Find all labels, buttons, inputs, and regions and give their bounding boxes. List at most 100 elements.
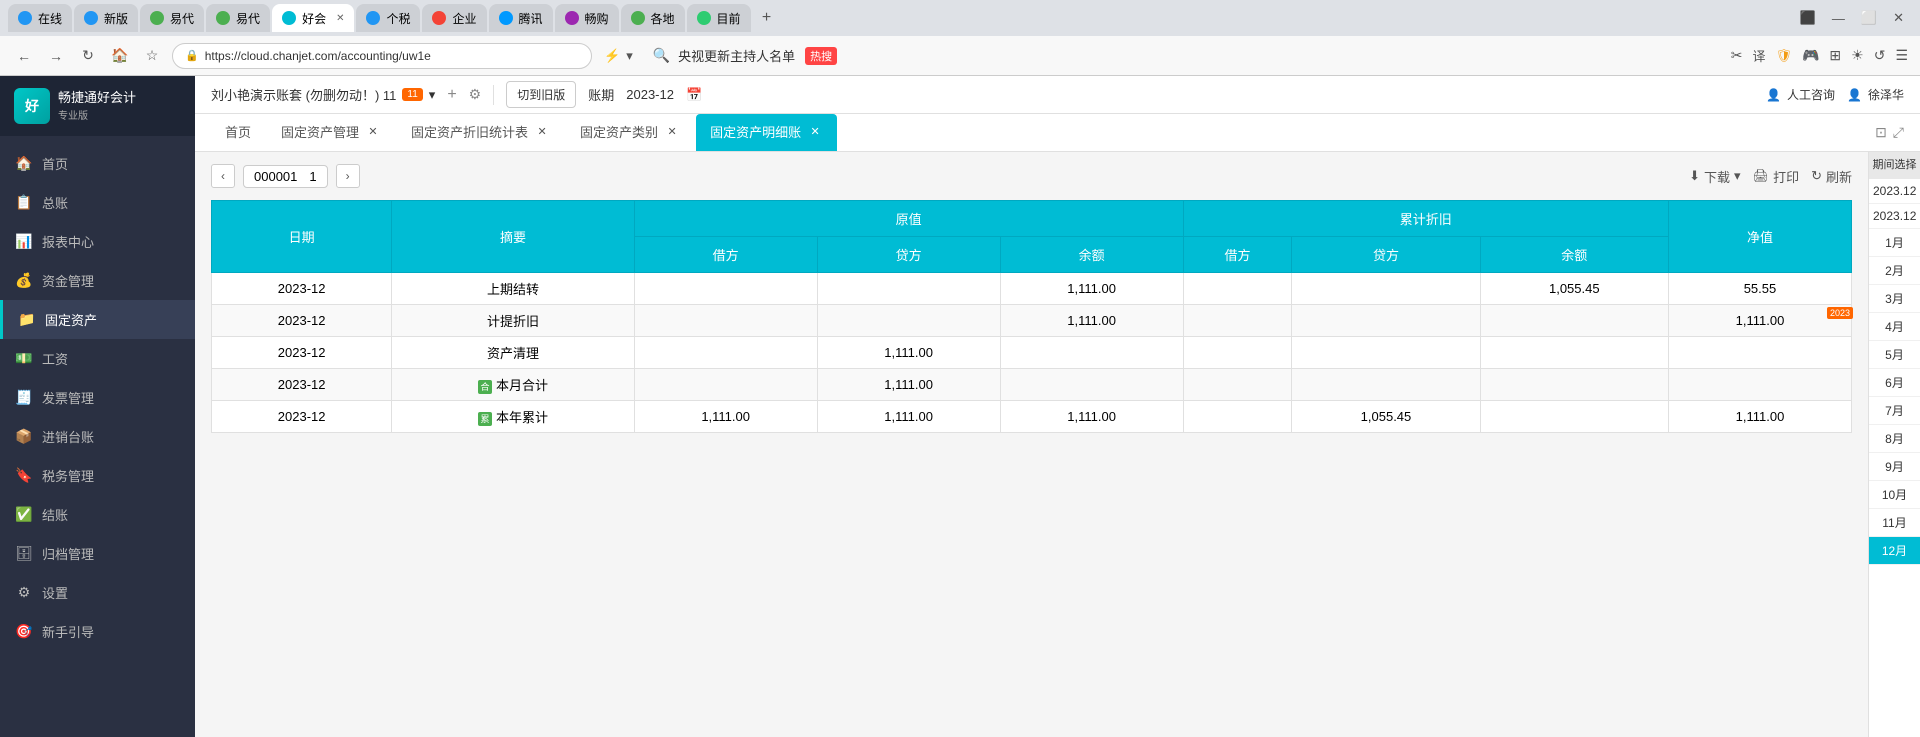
sidebar-item-payroll[interactable]: 💵 工资 [0,339,195,378]
switch-version-button[interactable]: 切到旧版 [506,81,576,108]
tab-asset-detail-ledger[interactable]: 固定资产明细账 ✕ [696,114,837,151]
scissors-icon[interactable]: ✂ [1731,47,1743,64]
company-selector[interactable]: 刘小艳演示账套 (勿删勿动！) 11 11 ▾ [211,85,435,104]
gamepad-icon[interactable]: 🎮 [1802,47,1819,64]
tab-label-8: 畅购 [585,10,609,27]
minimize-icon[interactable]: — [1832,11,1845,26]
browser-tab-9[interactable]: 各地 [621,4,685,32]
reload-button[interactable]: ↻ [76,44,100,68]
sidebar-item-general-ledger[interactable]: 📋 总账 [0,183,195,222]
row2-orig-balance [1000,337,1183,369]
new-tab-button[interactable]: + [753,4,781,32]
row0-summary: 上期结转 [392,273,634,305]
browser-tab-6[interactable]: 企业 [422,4,486,32]
tab-label-10: 目前 [717,10,741,27]
period-month-2[interactable]: 2月 [1869,257,1920,285]
row4-orig-balance: 1,111.00 [1000,401,1183,433]
sun-icon[interactable]: ☀ [1851,47,1864,64]
period-month-1[interactable]: 1月 [1869,229,1920,257]
download-button[interactable]: ⬇ 下载 ▾ [1689,167,1740,186]
period-month-11[interactable]: 11月 [1869,509,1920,537]
browser-tab-10[interactable]: 目前 [687,4,751,32]
url-bar[interactable]: 🔒 https://cloud.chanjet.com/accounting/u… [172,43,592,69]
browser-tab-8[interactable]: 畅购 [555,4,619,32]
tab-close-4[interactable]: ✕ [336,13,344,24]
browser-tab-0[interactable]: 在线 [8,4,72,32]
user-profile[interactable]: 👤 徐泽华 [1847,86,1904,103]
browser-tab-5[interactable]: 个税 [356,4,420,32]
browser-tab-4[interactable]: 好会 ✕ [272,4,354,32]
tab-close-depreciation-stats[interactable]: ✕ [534,124,550,140]
period-year-item-0[interactable]: 2023.12 [1869,179,1920,204]
tab-depreciation-stats[interactable]: 固定资产折旧统计表 ✕ [397,114,564,151]
shield-icon[interactable]: 🛡 [1775,48,1792,64]
maximize-icon[interactable]: ⬜ [1861,10,1877,26]
period-edit-icon[interactable]: 📅 [686,87,702,103]
browser-tab-2[interactable]: 易代 [140,4,204,32]
sidebar-item-fixed-assets[interactable]: 📁 固定资产 [0,300,195,339]
tab-label-0: 在线 [38,10,62,27]
translate-icon[interactable]: ⚡ [604,48,620,64]
prev-page-button[interactable]: ‹ [211,164,235,188]
sidebar-item-closing[interactable]: ✅ 结账 [0,495,195,534]
toolbar-divider [493,85,494,105]
sidebar-item-purchase-sales[interactable]: 📦 进销台账 [0,417,195,456]
extensions-icon[interactable]: ⬛ [1800,10,1816,26]
refresh-button[interactable]: ↻ 刷新 [1811,167,1852,186]
tab-close-fixed-assets-mgmt[interactable]: ✕ [365,124,381,140]
period-month-3[interactable]: 3月 [1869,285,1920,313]
period-month-8[interactable]: 8月 [1869,425,1920,453]
home-icon: 🏠 [16,156,32,172]
period-month-7[interactable]: 7月 [1869,397,1920,425]
undo-icon[interactable]: ↺ [1874,47,1886,64]
tab-asset-category[interactable]: 固定资产类别 ✕ [566,114,694,151]
add-company-icon[interactable]: + [447,86,456,104]
company-settings-icon[interactable]: ⚙ [469,86,482,103]
period-year-item-1[interactable]: 2023.12 [1869,204,1920,229]
purchase-sales-icon: 📦 [16,429,32,445]
summary-icon-yearly: 累 [478,412,492,426]
row2-accum-balance [1480,337,1668,369]
home-button[interactable]: 🏠 [108,44,132,68]
ledger-area: ‹ 000001 1 › ⬇ 下载 [195,152,1868,737]
more-icon[interactable]: ▾ [626,48,633,64]
tab-label-9: 各地 [651,10,675,27]
browser-tab-7[interactable]: 腾讯 [489,4,553,32]
period-month-12[interactable]: 12月 [1869,537,1920,565]
page-nav: ‹ 000001 1 › [211,164,360,188]
sidebar-item-invoices[interactable]: 🧾 发票管理 [0,378,195,417]
forward-button[interactable]: → [44,44,68,68]
sidebar-item-archive[interactable]: 🗄 归档管理 [0,534,195,573]
tab-close-asset-category[interactable]: ✕ [664,124,680,140]
next-page-button[interactable]: › [336,164,360,188]
browser-tab-1[interactable]: 新版 [74,4,138,32]
sidebar-item-settings[interactable]: ⚙ 设置 [0,573,195,612]
period-month-10[interactable]: 10月 [1869,481,1920,509]
sidebar-item-home[interactable]: 🏠 首页 [0,144,195,183]
period-month-4[interactable]: 4月 [1869,313,1920,341]
translate-tool-icon[interactable]: 译 [1752,46,1765,65]
sidebar-item-funds[interactable]: 💰 资金管理 [0,261,195,300]
print-button[interactable]: 🖨 打印 [1753,167,1800,186]
tab-home[interactable]: 首页 [211,114,265,151]
tab-close-asset-detail-ledger[interactable]: ✕ [807,124,823,140]
bookmark-button[interactable]: ☆ [140,44,164,68]
tab-collapse-icon[interactable]: ⊡ [1875,124,1887,141]
period-month-9[interactable]: 9月 [1869,453,1920,481]
grid-icon[interactable]: ⊞ [1829,47,1841,64]
sidebar-item-reports[interactable]: 📊 报表中心 [0,222,195,261]
row2-accum-credit [1292,337,1480,369]
tab-fixed-assets-mgmt[interactable]: 固定资产管理 ✕ [267,114,395,151]
sidebar-item-tax[interactable]: 🔖 税务管理 [0,456,195,495]
print-label: 打印 [1773,167,1799,186]
row2-summary: 资产清理 [392,337,634,369]
sidebar-item-guide[interactable]: 🎯 新手引导 [0,612,195,651]
period-month-5[interactable]: 5月 [1869,341,1920,369]
help-button[interactable]: 👤 人工咨询 [1766,86,1835,103]
menu-icon[interactable]: ☰ [1895,47,1908,64]
back-button[interactable]: ← [12,44,36,68]
close-window-icon[interactable]: ✕ [1893,10,1904,26]
period-month-6[interactable]: 6月 [1869,369,1920,397]
tab-expand-icon[interactable]: ⤢ [1893,124,1904,141]
browser-tab-3[interactable]: 易代 [206,4,270,32]
